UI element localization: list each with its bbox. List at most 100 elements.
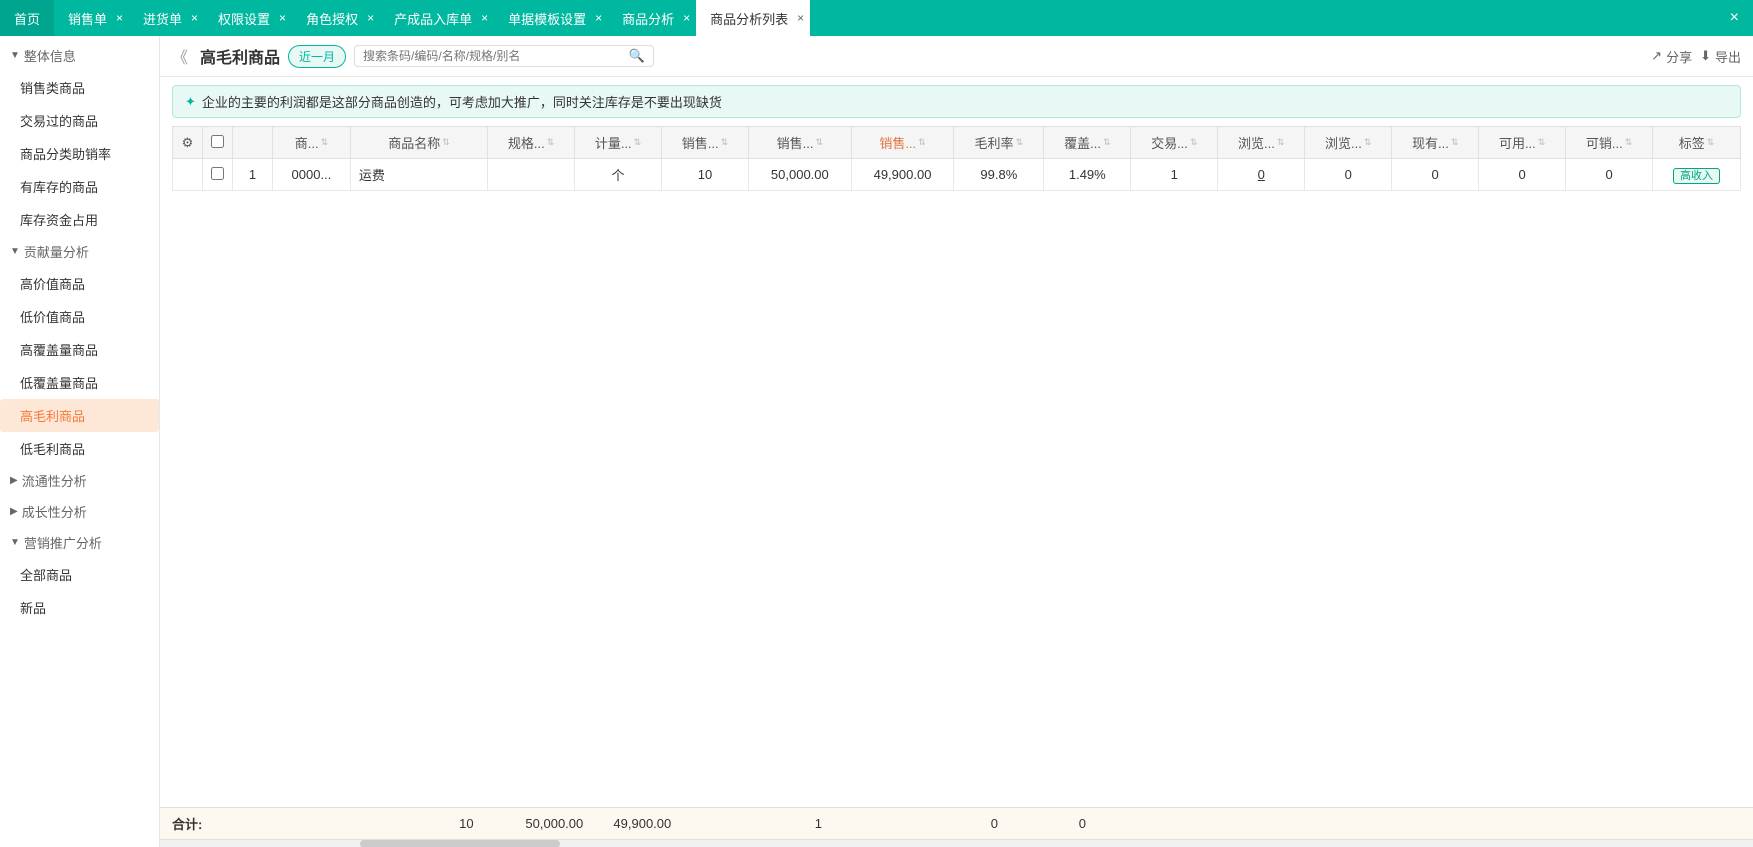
sort-icon-unit: ⇅ — [634, 137, 642, 148]
th-spec[interactable]: 规格... ⇅ — [488, 127, 575, 159]
sidebar-group-liquidity[interactable]: ▶ 流通性分析 — [0, 465, 159, 496]
sidebar-item-high-value[interactable]: 高价值商品 — [0, 267, 159, 300]
cell-available1: 0 — [1392, 159, 1479, 191]
nav-home[interactable]: 首页 — [0, 0, 54, 36]
collapse-sidebar-button[interactable]: 《 — [172, 44, 188, 68]
sidebar-group-marketing[interactable]: ▼ 营销推广分析 — [0, 527, 159, 558]
nav-goods-analysis[interactable]: 商品分析 × — [608, 0, 696, 36]
arrow-icon-2: ▼ — [10, 246, 20, 257]
sidebar-item-category-rate[interactable]: 商品分类助销率 — [0, 137, 159, 170]
filter-recent-month-button[interactable]: 近一月 — [288, 45, 346, 68]
scrollbar-thumb[interactable] — [360, 840, 560, 847]
arrow-icon: ▼ — [10, 50, 20, 61]
sidebar-item-stock-capital[interactable]: 库存资金占用 — [0, 203, 159, 236]
nav-close-analysis[interactable]: × — [681, 9, 692, 27]
nav-product-inbound[interactable]: 产成品入库单 × — [380, 0, 494, 36]
nav-purchase-order[interactable]: 进货单 × — [129, 0, 204, 36]
th-tag[interactable]: 标签 ⇅ — [1653, 127, 1741, 159]
top-navigation: 首页 销售单 × 进货单 × 权限设置 × 角色授权 × 产成品入库单 × 单据… — [0, 0, 1753, 36]
th-sales-amount[interactable]: 销售... ⇅ — [748, 127, 851, 159]
th-unit[interactable]: 计量... ⇅ — [575, 127, 662, 159]
th-gross-rate[interactable]: 毛利率 ⇅ — [954, 127, 1044, 159]
cell-coverage: 1.49% — [1044, 159, 1131, 191]
header-actions: ↗ 分享 ⬇ 导出 — [1651, 47, 1741, 66]
window-close-button[interactable]: × — [1716, 0, 1753, 36]
footer-sales-amount: 50,000.00 — [514, 816, 594, 831]
nav-close-analysis-list[interactable]: × — [795, 9, 806, 27]
sort-icon-trade: ⇅ — [1190, 137, 1198, 148]
sort-icon-browse1: ⇅ — [1277, 137, 1285, 148]
sort-icon-avail2: ⇅ — [1538, 137, 1546, 148]
nav-close-permission[interactable]: × — [277, 9, 288, 27]
th-browse2[interactable]: 浏览... ⇅ — [1305, 127, 1392, 159]
arrow-icon-3: ▶ — [10, 475, 18, 486]
cell-sales-profit: 49,900.00 — [851, 159, 954, 191]
cell-unit: 个 — [575, 159, 662, 191]
cell-checkbox[interactable] — [203, 159, 233, 191]
nav-permission-settings[interactable]: 权限设置 × — [204, 0, 292, 36]
table-wrapper: ⚙ 商... ⇅ — [172, 126, 1741, 807]
page-title: 高毛利商品 — [200, 44, 280, 68]
info-banner: ✦ 企业的主要的利润都是这部分商品创造的，可考虑加大推广，同时关注库存是不要出现… — [172, 85, 1741, 118]
search-input[interactable] — [363, 49, 629, 63]
nav-close-sales[interactable]: × — [114, 9, 125, 27]
th-checkbox[interactable] — [203, 127, 233, 159]
th-available1[interactable]: 现有... ⇅ — [1392, 127, 1479, 159]
arrow-icon-4: ▶ — [10, 506, 18, 517]
table-row: 1 0000... 运费 个 10 50,000.00 49,900.00 99… — [173, 159, 1741, 191]
sidebar-item-low-coverage[interactable]: 低覆盖量商品 — [0, 366, 159, 399]
th-sales-profit[interactable]: 销售... ⇅ — [851, 127, 954, 159]
nav-goods-analysis-list[interactable]: 商品分析列表 × — [696, 0, 810, 36]
sidebar-group-overall[interactable]: ▼ 整体信息 — [0, 40, 159, 71]
cell-sales-amount: 50,000.00 — [748, 159, 851, 191]
footer-sales-qty: 10 — [426, 816, 506, 831]
settings-icon[interactable]: ⚙ — [182, 135, 194, 150]
nav-sales-order[interactable]: 销售单 × — [54, 0, 129, 36]
share-icon: ↗ — [1651, 48, 1662, 64]
horizontal-scrollbar[interactable] — [160, 839, 1753, 847]
footer-sales-profit: 49,900.00 — [602, 816, 682, 831]
th-available2[interactable]: 可用... ⇅ — [1479, 127, 1566, 159]
search-box: 🔍 — [354, 45, 654, 67]
sidebar-item-low-gross[interactable]: 低毛利商品 — [0, 432, 159, 465]
share-button[interactable]: ↗ 分享 — [1651, 47, 1692, 66]
sidebar-item-new-goods[interactable]: 新品 — [0, 591, 159, 624]
th-saleable[interactable]: 可销... ⇅ — [1566, 127, 1653, 159]
cell-sales-qty: 10 — [662, 159, 749, 191]
sidebar-group-contribution[interactable]: ▼ 贡献量分析 — [0, 236, 159, 267]
sidebar-group-growth[interactable]: ▶ 成长性分析 — [0, 496, 159, 527]
nav-close-role[interactable]: × — [365, 9, 376, 27]
export-button[interactable]: ⬇ 导出 — [1700, 47, 1741, 66]
sort-icon-qty: ⇅ — [721, 137, 729, 148]
th-name[interactable]: 商品名称 ⇅ — [350, 127, 487, 159]
main-content: 《 高毛利商品 近一月 🔍 ↗ 分享 ⬇ 导出 ✦ 企业的主要的利润都是这部 — [160, 36, 1753, 847]
sidebar: ▼ 整体信息 销售类商品 交易过的商品 商品分类助销率 有库存的商品 库存资金占… — [0, 36, 160, 847]
th-trade[interactable]: 交易... ⇅ — [1131, 127, 1218, 159]
arrow-icon-5: ▼ — [10, 537, 20, 548]
sidebar-item-high-coverage[interactable]: 高覆盖量商品 — [0, 333, 159, 366]
th-sales-qty[interactable]: 销售... ⇅ — [662, 127, 749, 159]
sidebar-item-low-value[interactable]: 低价值商品 — [0, 300, 159, 333]
sidebar-item-all-goods[interactable]: 全部商品 — [0, 558, 159, 591]
sort-icon-profit: ⇅ — [918, 137, 926, 148]
th-browse1[interactable]: 浏览... ⇅ — [1218, 127, 1305, 159]
cell-seq: 1 — [233, 159, 273, 191]
nav-template-settings[interactable]: 单据模板设置 × — [494, 0, 608, 36]
select-all-checkbox[interactable] — [211, 135, 224, 148]
nav-close-template[interactable]: × — [593, 9, 604, 27]
sort-icon-spec: ⇅ — [547, 137, 555, 148]
th-code[interactable]: 商... ⇅ — [273, 127, 351, 159]
sidebar-item-traded-goods[interactable]: 交易过的商品 — [0, 104, 159, 137]
search-icon[interactable]: 🔍 — [629, 48, 645, 64]
sidebar-item-sales-goods[interactable]: 销售类商品 — [0, 71, 159, 104]
sort-icon-coverage: ⇅ — [1103, 137, 1111, 148]
sidebar-item-high-gross[interactable]: 高毛利商品 — [0, 399, 159, 432]
th-coverage[interactable]: 覆盖... ⇅ — [1044, 127, 1131, 159]
sort-icon-sale: ⇅ — [1625, 137, 1633, 148]
sidebar-item-in-stock[interactable]: 有库存的商品 — [0, 170, 159, 203]
cell-browse1[interactable]: 0 — [1218, 159, 1305, 191]
th-settings[interactable]: ⚙ — [173, 127, 203, 159]
nav-close-inbound[interactable]: × — [479, 9, 490, 27]
nav-role-auth[interactable]: 角色授权 × — [292, 0, 380, 36]
nav-close-purchase[interactable]: × — [189, 9, 200, 27]
